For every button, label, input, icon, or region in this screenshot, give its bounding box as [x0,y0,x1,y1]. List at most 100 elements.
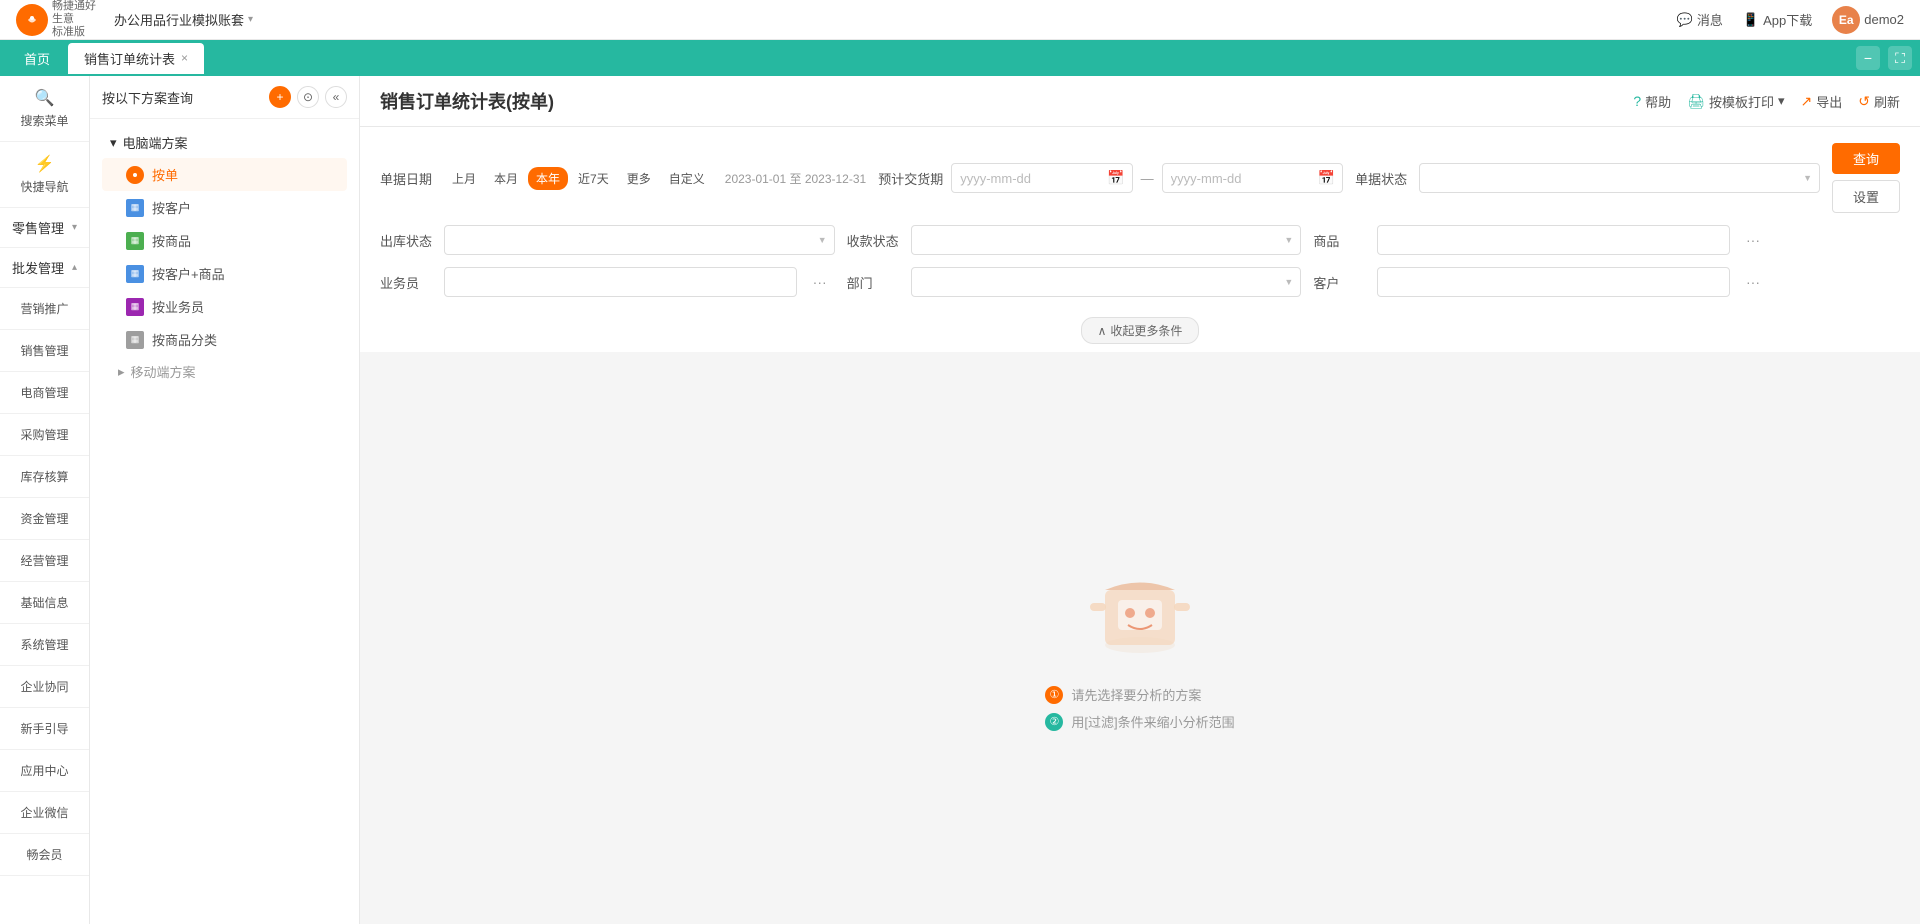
pc-scheme-title[interactable]: ▾ 电脑端方案 [102,127,347,158]
sidebar-item-member[interactable]: 畅会员 [0,834,89,876]
tab-bar: 首页 销售订单统计表 × − ⛶ [0,40,1920,76]
sidebar-item-app-center[interactable]: 应用中心 [0,750,89,792]
date-tab-this-month[interactable]: 本月 [486,167,526,190]
customer-dots-btn[interactable]: ··· [1738,270,1768,294]
product-dots-btn[interactable]: ··· [1738,228,1768,252]
minimize-btn[interactable]: − [1856,46,1880,70]
sidebar-item-enterprise-wechat[interactable]: 企业微信 [0,792,89,834]
filter-row-3: 业务员 ··· 部门 客户 [380,267,1900,309]
settings-icon: ⊙ [303,90,313,104]
scheme-by-customer-product[interactable]: ▦ 按客户+商品 [102,257,347,290]
chevron-up-icon: ▴ [72,262,77,273]
delivery-date-start-wrapper: 📅 [951,163,1132,193]
department-filter: 部门 [847,267,1302,297]
salesperson-dots-btn[interactable]: ··· [805,270,835,294]
date-tab-this-year[interactable]: 本年 [528,167,568,190]
date-filter-group: 单据日期 上月 本月 本年 近7天 更多 自定义 2023-01-01 至 20… [380,167,866,190]
tab-sales-stats[interactable]: 销售订单统计表 × [68,43,204,74]
sidebar-item-marketing[interactable]: 营销推广 [0,288,89,330]
collapse-panel-btn[interactable]: « [325,86,347,108]
filter-section: 单据日期 上月 本月 本年 近7天 更多 自定义 2023-01-01 至 20… [360,127,1920,309]
customer-filter: 客户 ··· [1313,267,1768,297]
query-button[interactable]: 查询 [1832,143,1900,174]
main-layout: 🔍 搜索菜单 ⚡ 快捷导航 零售管理 ▾ 批发管理 ▴ 营销推广 销售管理 电商… [0,76,1920,924]
user-profile[interactable]: Ea demo2 [1832,6,1904,34]
sidebar-item-finance-mgmt[interactable]: 资金管理 [0,498,89,540]
refresh-btn[interactable]: ↺ 刷新 [1858,92,1900,111]
sidebar-item-sales-mgmt[interactable]: 销售管理 [0,330,89,372]
sidebar-item-sys-mgmt[interactable]: 系统管理 [0,624,89,666]
product-input[interactable] [1377,225,1730,255]
tab-label: 销售订单统计表 [84,49,175,68]
sidebar-item-wholesale-mgmt[interactable]: 批发管理 ▴ [0,248,89,288]
salesperson-input[interactable] [444,267,797,297]
sidebar-item-ops-mgmt[interactable]: 经营管理 [0,540,89,582]
mobile-scheme-title[interactable]: ▸ 移动端方案 [102,356,347,387]
department-select[interactable] [911,267,1302,297]
help-btn[interactable]: ? 帮助 [1633,92,1671,111]
scheme-by-product-category[interactable]: ▦ 按商品分类 [102,323,347,356]
collapse-conditions-btn[interactable]: ∧ 收起更多条件 [1081,317,1200,344]
sidebar-item-quick-nav[interactable]: ⚡ 快捷导航 [0,142,89,208]
maximize-btn[interactable]: ⛶ [1888,46,1912,70]
date-tab-custom[interactable]: 自定义 [661,167,713,190]
right-panel: 销售订单统计表(按单) ? 帮助 🖨 按模板打印 ▾ ↗ 导出 [360,76,1920,924]
payment-status-select[interactable] [911,225,1302,255]
payment-status-select-wrapper [911,225,1302,255]
scheme-by-salesperson[interactable]: ▦ 按业务员 [102,290,347,323]
avatar: Ea [1832,6,1860,34]
quick-nav-icon: ⚡ [35,154,55,174]
customer-label: 客户 [1313,273,1369,292]
delivery-status-select[interactable] [444,225,835,255]
export-btn[interactable]: ↗ 导出 [1801,92,1843,111]
salesperson-filter: 业务员 ··· [380,267,835,297]
divider-row: ∧ 收起更多条件 [360,309,1920,352]
scheme-by-product[interactable]: ▦ 按商品 [102,224,347,257]
workspace-selector[interactable]: 办公用品行业模拟账套 ▾ [114,10,253,29]
page-header-actions: ? 帮助 🖨 按模板打印 ▾ ↗ 导出 ↺ 刷新 [1633,92,1900,111]
close-icon[interactable]: × [181,51,188,65]
settings-button[interactable]: 设置 [1832,180,1900,213]
sidebar-item-search-menu[interactable]: 🔍 搜索菜单 [0,76,89,142]
sidebar-item-basic-info[interactable]: 基础信息 [0,582,89,624]
app-download-btn[interactable]: 📱 App下载 [1743,10,1812,29]
sidebar-item-inventory[interactable]: 库存核算 [0,456,89,498]
download-icon: 📱 [1743,12,1759,28]
salesperson-label: 业务员 [380,273,436,292]
status-select[interactable] [1419,163,1820,193]
left-panel: 按以下方案查询 + ⊙ « ▾ 电脑端方案 [90,76,360,924]
settings-scheme-btn[interactable]: ⊙ [297,86,319,108]
message-icon: 💬 [1677,12,1693,28]
sidebar-item-enterprise-collab[interactable]: 企业协同 [0,666,89,708]
sidebar-item-purchase-mgmt[interactable]: 采购管理 [0,414,89,456]
sidebar-item-new-guide[interactable]: 新手引导 [0,708,89,750]
scheme-by-customer[interactable]: ▦ 按客户 [102,191,347,224]
sidebar-item-retail-mgmt[interactable]: 零售管理 ▾ [0,208,89,248]
page-title: 销售订单统计表(按单) [380,88,554,114]
empty-tip-2: ② 用[过滤]条件来缩小分析范围 [1045,712,1234,731]
customer-input[interactable] [1377,267,1730,297]
print-template-btn[interactable]: 🖨 按模板打印 ▾ [1687,92,1784,111]
delivery-date-end[interactable] [1162,163,1343,193]
tip-num-2: ② [1045,713,1063,731]
scheme-icon-customer: ▦ [126,199,144,217]
tab-home[interactable]: 首页 [8,43,66,74]
left-panel-actions: + ⊙ « [269,86,347,108]
message-btn[interactable]: 💬 消息 [1677,10,1723,29]
delivery-date-start[interactable] [951,163,1132,193]
date-label: 单据日期 [380,169,436,188]
scheme-icon-order [126,166,144,184]
action-buttons: 查询 设置 [1832,143,1900,213]
delivery-status-filter: 出库状态 [380,225,835,255]
date-tabs: 上月 本月 本年 近7天 更多 自定义 [444,167,713,190]
date-tab-7days[interactable]: 近7天 [570,167,617,190]
add-scheme-btn[interactable]: + [269,86,291,108]
date-tab-last-month[interactable]: 上月 [444,167,484,190]
expand-right-icon: ▸ [118,364,125,380]
refresh-icon: ↺ [1858,93,1870,110]
date-tab-more[interactable]: 更多 [619,167,659,190]
sidebar-item-ecommerce-mgmt[interactable]: 电商管理 [0,372,89,414]
scheme-by-order[interactable]: 按单 [102,158,347,191]
chevron-down-icon: ▾ [72,222,77,233]
scheme-icon-prod-cat: ▦ [126,331,144,349]
